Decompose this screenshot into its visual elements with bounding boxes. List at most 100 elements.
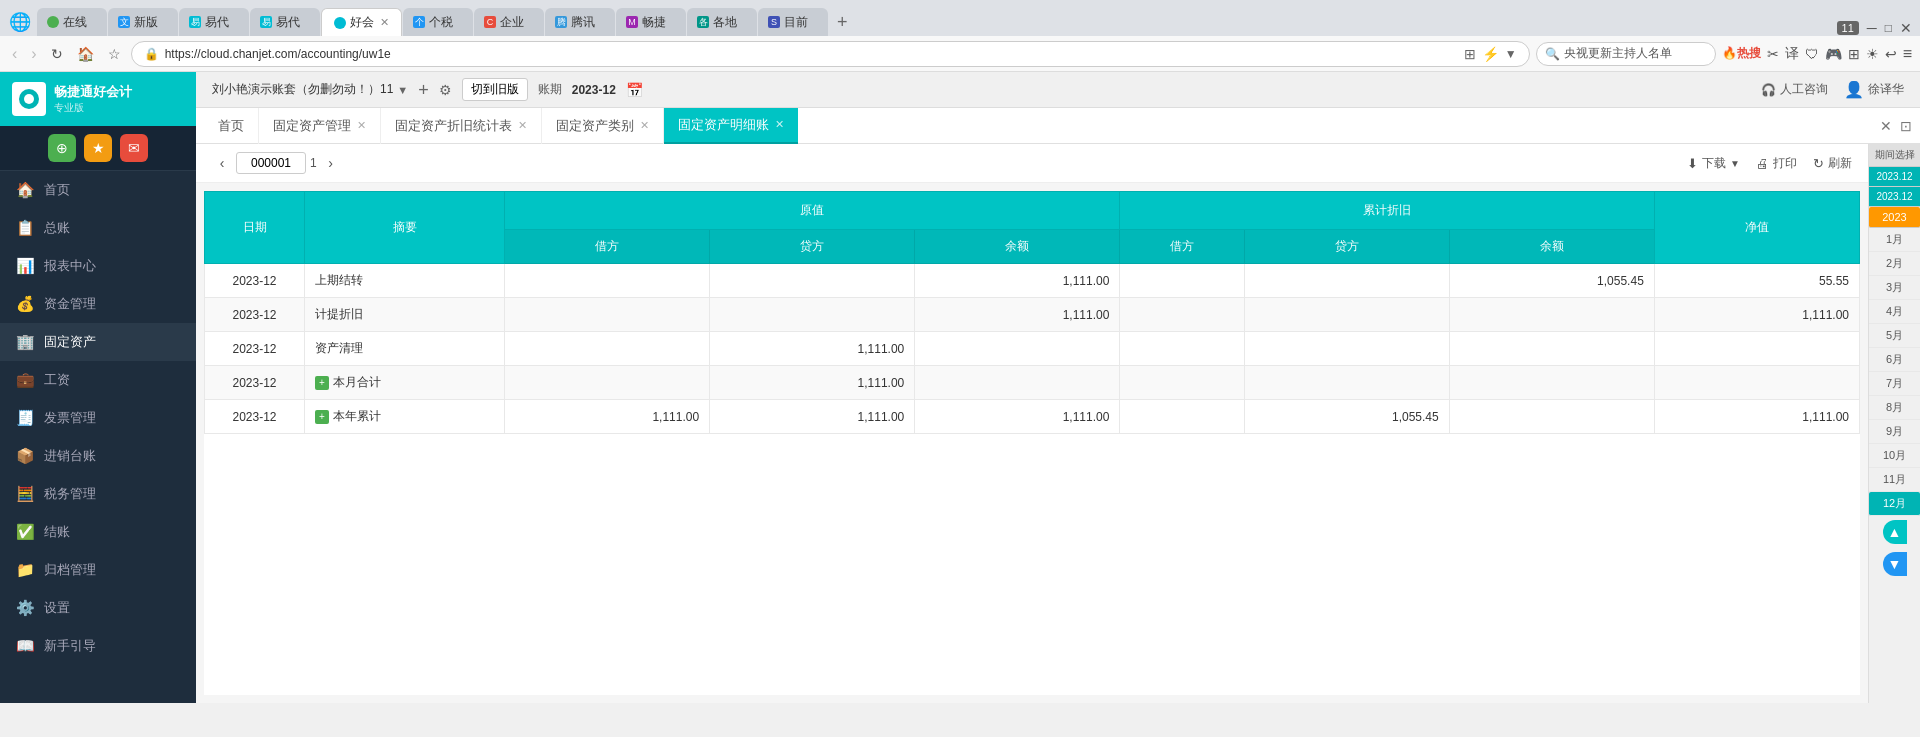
page-number-input[interactable] — [236, 152, 306, 174]
period-month-1[interactable]: 1月 — [1869, 228, 1920, 252]
menu-icon[interactable]: ≡ — [1903, 45, 1912, 63]
sidebar-item-invoice[interactable]: 🧾 发票管理 — [0, 399, 196, 437]
sidebar-reports-label: 报表中心 — [44, 257, 96, 275]
tab-detail-close[interactable]: ✕ — [775, 118, 784, 131]
cell-date-2: 2023-12 — [205, 298, 305, 332]
cell-dep-credit-2 — [1244, 298, 1449, 332]
sidebar-item-funds[interactable]: 💰 资金管理 — [0, 285, 196, 323]
period-month-3[interactable]: 3月 — [1869, 276, 1920, 300]
prev-page-button[interactable]: ‹ — [212, 153, 232, 173]
forward-button[interactable]: › — [27, 43, 40, 65]
grid-icon[interactable]: ⊞ — [1464, 46, 1476, 62]
sidebar-icon-green[interactable]: ⊕ — [48, 134, 76, 162]
period-scroll-down[interactable]: ▼ — [1883, 552, 1907, 576]
period-month-5[interactable]: 5月 — [1869, 324, 1920, 348]
tab-yidai2[interactable]: 易 易代 — [250, 8, 320, 36]
period-month-12[interactable]: 12月 — [1869, 492, 1920, 516]
calendar-icon[interactable]: 📅 — [626, 82, 643, 98]
sidebar-icon-red[interactable]: ✉ — [120, 134, 148, 162]
tab-asset-cat-close[interactable]: ✕ — [640, 119, 649, 132]
page-tab-fixed-mgmt[interactable]: 固定资产管理 ✕ — [259, 108, 381, 144]
period-month-9[interactable]: 9月 — [1869, 420, 1920, 444]
sun-icon[interactable]: ☀ — [1866, 46, 1879, 62]
period-month-10[interactable]: 10月 — [1869, 444, 1920, 468]
user-profile-button[interactable]: 👤 徐译华 — [1844, 80, 1904, 99]
funds-icon: 💰 — [16, 295, 34, 313]
sidebar-icon-yellow[interactable]: ★ — [84, 134, 112, 162]
scissors-icon[interactable]: ✂ — [1767, 46, 1779, 62]
page-tab-home[interactable]: 首页 — [204, 108, 259, 144]
address-bar[interactable]: 🔒 https://cloud.chanjet.com/accounting/u… — [131, 41, 1530, 67]
new-tab-button[interactable]: + — [829, 8, 856, 36]
sidebar-quick-icons: ⊕ ★ ✉ — [0, 126, 196, 171]
maximize-button[interactable]: □ — [1885, 21, 1892, 35]
settings-gear-button[interactable]: ⚙ — [439, 82, 452, 98]
sidebar-item-tax[interactable]: 🧮 税务管理 — [0, 475, 196, 513]
tab-new-version[interactable]: 文 新版 — [108, 8, 178, 36]
bookmark-button[interactable]: ☆ — [104, 44, 125, 64]
period-month-11[interactable]: 11月 — [1869, 468, 1920, 492]
grid2-icon[interactable]: ⊞ — [1848, 46, 1860, 62]
company-selector[interactable]: 刘小艳演示账套（勿删勿动！）11 ▼ — [212, 81, 408, 98]
sidebar-item-settings[interactable]: ⚙️ 设置 — [0, 589, 196, 627]
tab-haokuai-close[interactable]: ✕ — [380, 16, 389, 29]
tab-qiye[interactable]: C 企业 — [474, 8, 544, 36]
hot-search-icon: 🔥热搜 — [1722, 45, 1761, 62]
account-toolbar: ‹ 1 › ⬇ 下载 ▼ 🖨 打印 — [196, 144, 1868, 183]
back-button[interactable]: ‹ — [8, 43, 21, 65]
switch-version-button[interactable]: 切到旧版 — [462, 78, 528, 101]
period-month-8[interactable]: 8月 — [1869, 396, 1920, 420]
page-tab-asset-category[interactable]: 固定资产类别 ✕ — [542, 108, 664, 144]
period-selected-1[interactable]: 2023.12 — [1869, 167, 1920, 187]
sidebar-item-archive[interactable]: 📁 归档管理 — [0, 551, 196, 589]
tab-muqian[interactable]: S 目前 — [758, 8, 828, 36]
period-month-4[interactable]: 4月 — [1869, 300, 1920, 324]
translate-icon[interactable]: 译 — [1785, 45, 1799, 63]
print-icon: 🖨 — [1756, 156, 1769, 171]
sidebar-item-close-period[interactable]: ✅ 结账 — [0, 513, 196, 551]
page-tab-depreciation-stats[interactable]: 固定资产折旧统计表 ✕ — [381, 108, 542, 144]
undo-icon[interactable]: ↩ — [1885, 46, 1897, 62]
reload-button[interactable]: ↻ — [47, 44, 67, 64]
tab-tengxun[interactable]: 腾 腾讯 — [545, 8, 615, 36]
sidebar-item-inventory[interactable]: 📦 进销台账 — [0, 437, 196, 475]
tab-dep-stats-close[interactable]: ✕ — [518, 119, 527, 132]
sidebar-item-home[interactable]: 🏠 首页 — [0, 171, 196, 209]
expand-button[interactable]: ⊡ — [1900, 118, 1912, 134]
tab-gedi[interactable]: 各 各地 — [687, 8, 757, 36]
sidebar-item-reports[interactable]: 📊 报表中心 — [0, 247, 196, 285]
period-month-6[interactable]: 6月 — [1869, 348, 1920, 372]
add-company-button[interactable]: + — [418, 80, 429, 100]
close-button[interactable]: ✕ — [1900, 20, 1912, 36]
lightning-icon[interactable]: ⚡ — [1482, 46, 1499, 62]
home-button[interactable]: 🏠 — [73, 44, 98, 64]
sidebar-item-salary[interactable]: 💼 工资 — [0, 361, 196, 399]
sidebar-archive-label: 归档管理 — [44, 561, 96, 579]
period-month-7[interactable]: 7月 — [1869, 372, 1920, 396]
period-scroll-up[interactable]: ▲ — [1883, 520, 1907, 544]
collapse-button[interactable]: ✕ — [1880, 118, 1892, 134]
refresh-button[interactable]: ↻ 刷新 — [1813, 155, 1852, 172]
sidebar-item-fixed-assets[interactable]: 🏢 固定资产 — [0, 323, 196, 361]
tab-haokuai[interactable]: 好会 ✕ — [321, 8, 402, 36]
sidebar-item-guide[interactable]: 📖 新手引导 — [0, 627, 196, 665]
next-page-button[interactable]: › — [321, 153, 341, 173]
print-button[interactable]: 🖨 打印 — [1756, 155, 1797, 172]
period-selected-2[interactable]: 2023.12 — [1869, 187, 1920, 207]
sidebar-item-ledger[interactable]: 📋 总账 — [0, 209, 196, 247]
minimize-button[interactable]: ─ — [1867, 20, 1877, 36]
period-month-2[interactable]: 2月 — [1869, 252, 1920, 276]
dropdown-icon[interactable]: ▼ — [1505, 47, 1517, 61]
tab-changjie[interactable]: M 畅捷 — [616, 8, 686, 36]
tab-online[interactable]: 在线 — [37, 8, 107, 36]
ai-consult-button[interactable]: 🎧 人工咨询 — [1761, 81, 1828, 98]
gamepad-icon[interactable]: 🎮 — [1825, 46, 1842, 62]
shield-icon[interactable]: 🛡 — [1805, 46, 1819, 62]
download-button[interactable]: ⬇ 下载 ▼ — [1687, 155, 1740, 172]
page-tab-detail-ledger[interactable]: 固定资产明细账 ✕ — [664, 108, 798, 144]
tab-yidai1[interactable]: 易 易代 — [179, 8, 249, 36]
tab-fixed-mgmt-close[interactable]: ✕ — [357, 119, 366, 132]
period-year-2023[interactable]: 2023 — [1869, 207, 1920, 228]
download-label: 下载 — [1702, 155, 1726, 172]
tab-geshui[interactable]: 个 个税 — [403, 8, 473, 36]
